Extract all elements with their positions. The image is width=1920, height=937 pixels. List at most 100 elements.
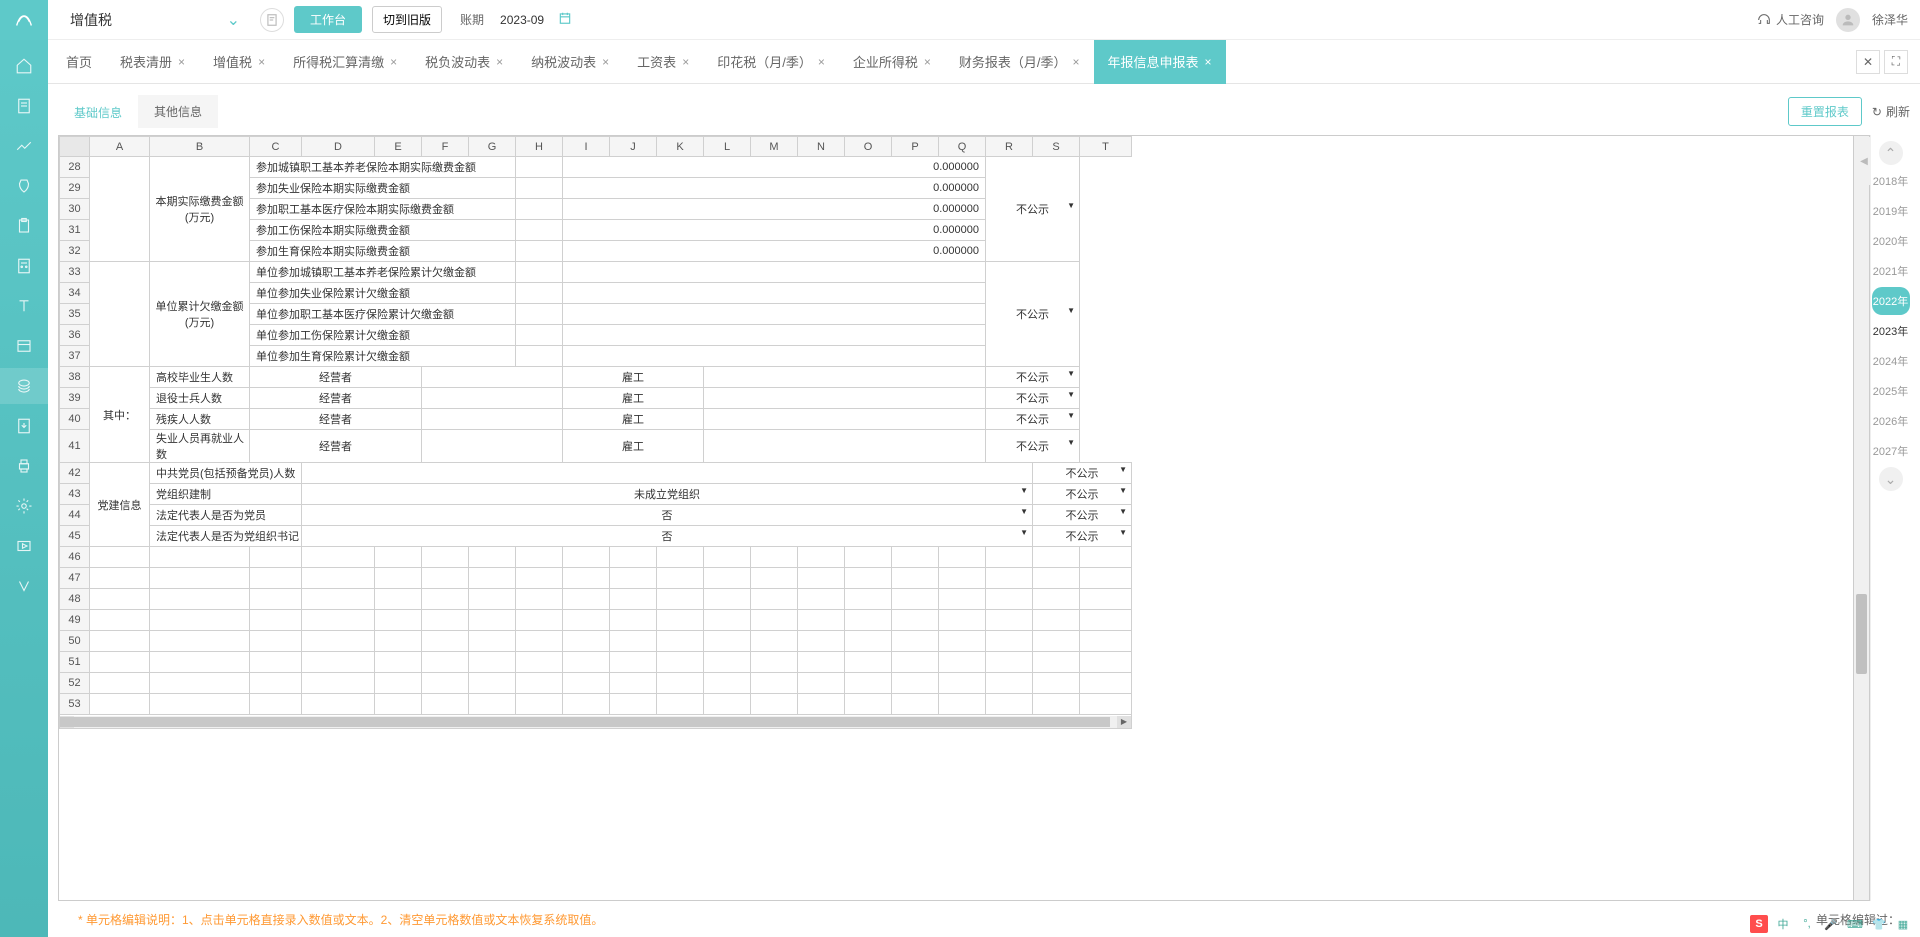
cell[interactable] <box>516 568 563 589</box>
cell[interactable] <box>375 631 422 652</box>
nav-chart-icon[interactable] <box>0 128 48 164</box>
cell[interactable] <box>939 568 986 589</box>
tab-close-icon[interactable]: × <box>258 55 265 69</box>
nav-tax-icon[interactable] <box>0 368 48 404</box>
tab-close-icon[interactable]: × <box>602 55 609 69</box>
cell[interactable] <box>250 568 302 589</box>
cell[interactable] <box>250 589 302 610</box>
nav-settings-icon[interactable] <box>0 488 48 524</box>
cell[interactable] <box>798 631 845 652</box>
note-icon[interactable] <box>260 8 284 32</box>
value-cell[interactable] <box>563 283 986 304</box>
tab-item[interactable]: 所得税汇算清缴× <box>279 40 411 84</box>
col-header[interactable]: B <box>150 137 250 157</box>
blank-cell[interactable] <box>90 262 150 367</box>
tab-item[interactable]: 财务报表（月/季）× <box>945 40 1094 84</box>
cell[interactable] <box>892 589 939 610</box>
cell[interactable] <box>375 547 422 568</box>
row-number[interactable]: 31 <box>60 220 90 241</box>
nav-home-icon[interactable] <box>0 48 48 84</box>
cell[interactable] <box>90 568 150 589</box>
cell[interactable] <box>250 631 302 652</box>
cell[interactable] <box>469 673 516 694</box>
cell[interactable] <box>375 673 422 694</box>
cell[interactable] <box>986 652 1033 673</box>
ime-mic-icon[interactable]: 🎤 <box>1822 915 1840 933</box>
cell[interactable] <box>986 568 1033 589</box>
value-cell[interactable] <box>563 346 986 367</box>
cell[interactable] <box>704 430 986 463</box>
cell[interactable] <box>798 610 845 631</box>
cell[interactable] <box>150 631 250 652</box>
select-cell[interactable]: 不公示 <box>1033 526 1132 547</box>
cell[interactable] <box>516 241 563 262</box>
blank-cell[interactable] <box>90 157 150 262</box>
cell[interactable] <box>892 568 939 589</box>
cell[interactable] <box>845 547 892 568</box>
select-cell[interactable]: 不公示 <box>986 388 1080 409</box>
year-item[interactable]: 2021年 <box>1872 257 1910 285</box>
years-collapse-handle[interactable]: ◀ <box>1857 137 1871 185</box>
col-header[interactable]: S <box>1033 137 1080 157</box>
scrollbar-thumb[interactable] <box>1856 594 1867 674</box>
cell[interactable] <box>302 631 375 652</box>
cell[interactable] <box>516 304 563 325</box>
cell[interactable] <box>892 631 939 652</box>
cell[interactable] <box>798 694 845 715</box>
cell[interactable] <box>1080 610 1132 631</box>
cell[interactable] <box>422 388 563 409</box>
cell[interactable] <box>798 547 845 568</box>
tab-item[interactable]: 税负波动表× <box>411 40 517 84</box>
refresh-button[interactable]: ↻刷新 <box>1872 103 1910 120</box>
cell[interactable] <box>751 589 798 610</box>
value-cell[interactable]: 0.000000 <box>563 178 986 199</box>
cell[interactable] <box>422 589 469 610</box>
cell[interactable] <box>610 673 657 694</box>
ime-keyboard-icon[interactable]: ⌨ <box>1846 915 1864 933</box>
value-cell[interactable] <box>563 304 986 325</box>
ime-menu-icon[interactable]: ▦ <box>1894 915 1912 933</box>
nav-print-icon[interactable] <box>0 448 48 484</box>
cell[interactable] <box>90 652 150 673</box>
cell[interactable] <box>469 610 516 631</box>
tab-close-icon[interactable]: × <box>496 55 503 69</box>
cell[interactable] <box>469 568 516 589</box>
cell[interactable] <box>798 673 845 694</box>
cell[interactable] <box>516 157 563 178</box>
cell[interactable] <box>845 610 892 631</box>
row-number[interactable]: 34 <box>60 283 90 304</box>
tab-close-all-icon[interactable]: ✕ <box>1856 50 1880 74</box>
row-number[interactable]: 41 <box>60 430 90 463</box>
cell[interactable] <box>704 631 751 652</box>
year-item[interactable]: 2019年 <box>1872 197 1910 225</box>
select-cell[interactable]: 不公示 <box>986 262 1080 367</box>
cell[interactable] <box>150 610 250 631</box>
cell[interactable] <box>422 652 469 673</box>
cell[interactable] <box>751 694 798 715</box>
cell[interactable] <box>469 652 516 673</box>
horizontal-scrollbar[interactable]: ◀▶ <box>60 715 1132 729</box>
col-header[interactable]: O <box>845 137 892 157</box>
tab-item[interactable]: 纳税波动表× <box>517 40 623 84</box>
nav-calc-icon[interactable] <box>0 248 48 284</box>
year-item[interactable]: 2025年 <box>1872 377 1910 405</box>
tab-item[interactable]: 印花税（月/季）× <box>703 40 839 84</box>
cell[interactable] <box>90 589 150 610</box>
cell[interactable] <box>704 589 751 610</box>
cell[interactable] <box>90 631 150 652</box>
value-select-cell[interactable]: 未成立党组织 <box>302 484 1033 505</box>
workbench-button[interactable]: 工作台 <box>294 6 362 33</box>
col-header[interactable]: R <box>986 137 1033 157</box>
cell[interactable] <box>798 568 845 589</box>
col-header[interactable]: G <box>469 137 516 157</box>
cell[interactable] <box>302 652 375 673</box>
cell[interactable] <box>704 388 986 409</box>
col-header[interactable]: J <box>610 137 657 157</box>
select-cell[interactable]: 不公示 <box>1033 463 1132 484</box>
cell[interactable] <box>302 589 375 610</box>
cell[interactable] <box>250 673 302 694</box>
cell[interactable] <box>1080 568 1132 589</box>
col-header[interactable]: H <box>516 137 563 157</box>
period-value[interactable]: 2023-09 <box>500 13 544 27</box>
tab-item[interactable]: 工资表× <box>623 40 703 84</box>
